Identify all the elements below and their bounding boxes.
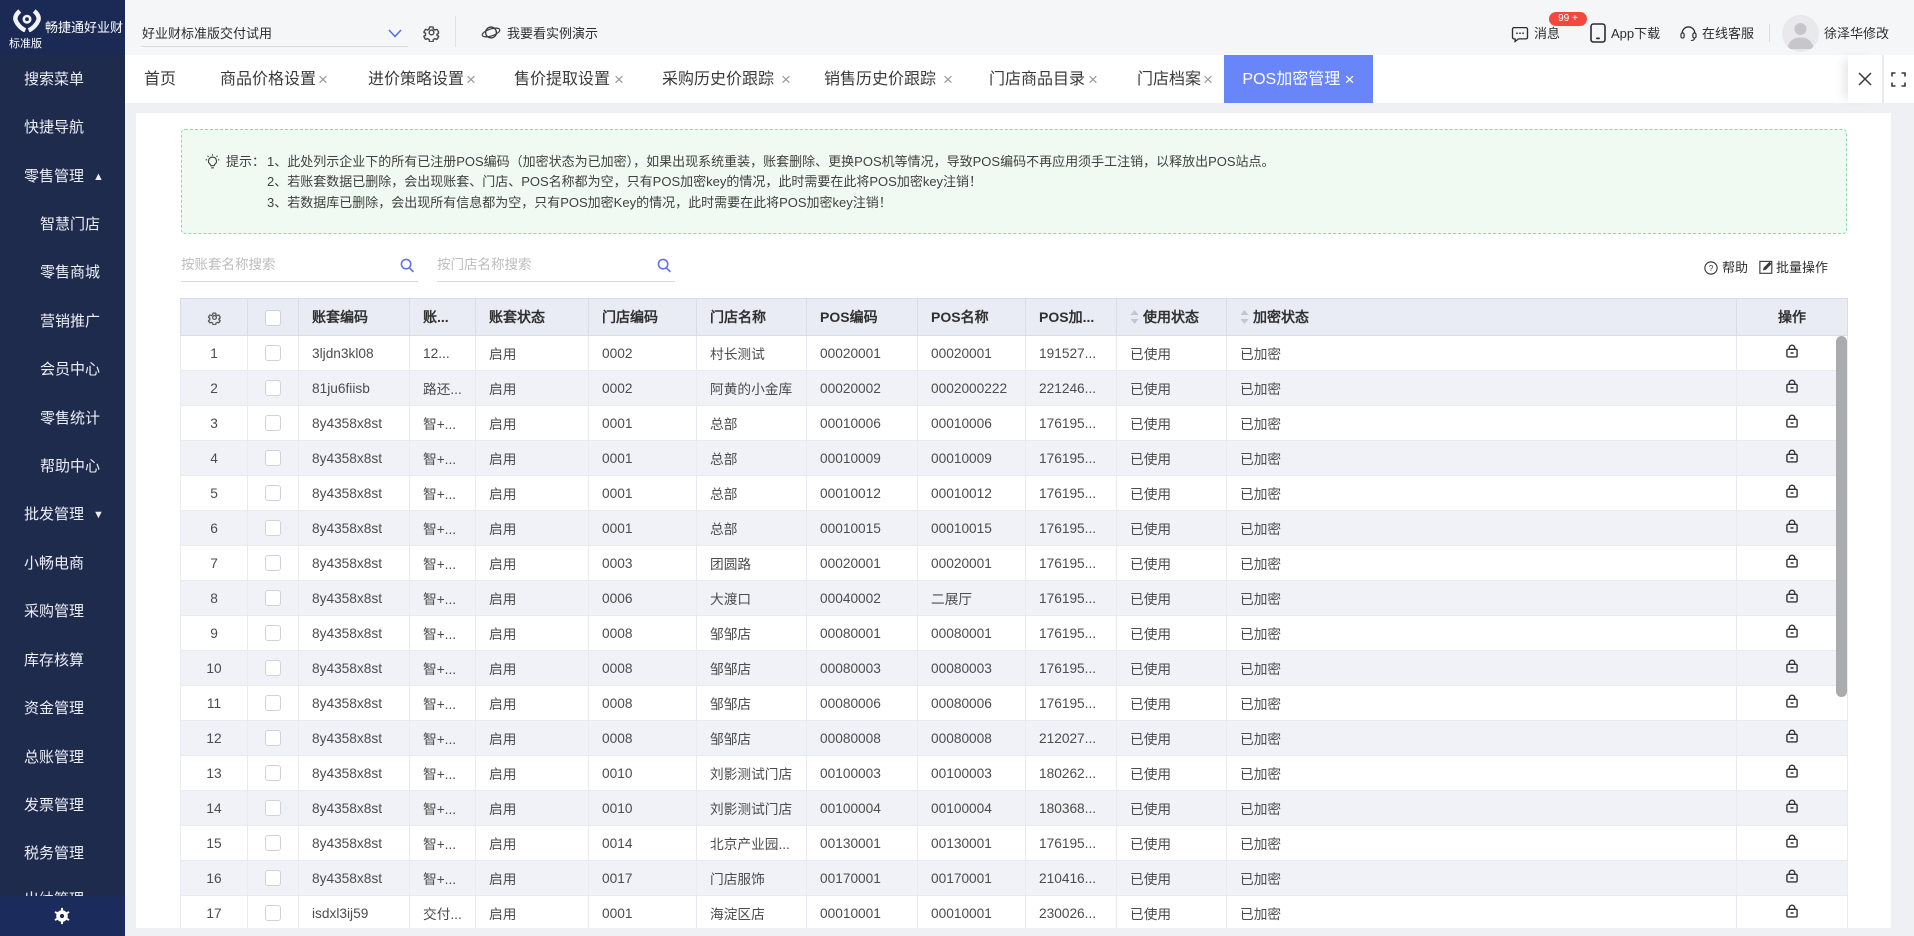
svg-text:?: ?: [1709, 263, 1714, 273]
